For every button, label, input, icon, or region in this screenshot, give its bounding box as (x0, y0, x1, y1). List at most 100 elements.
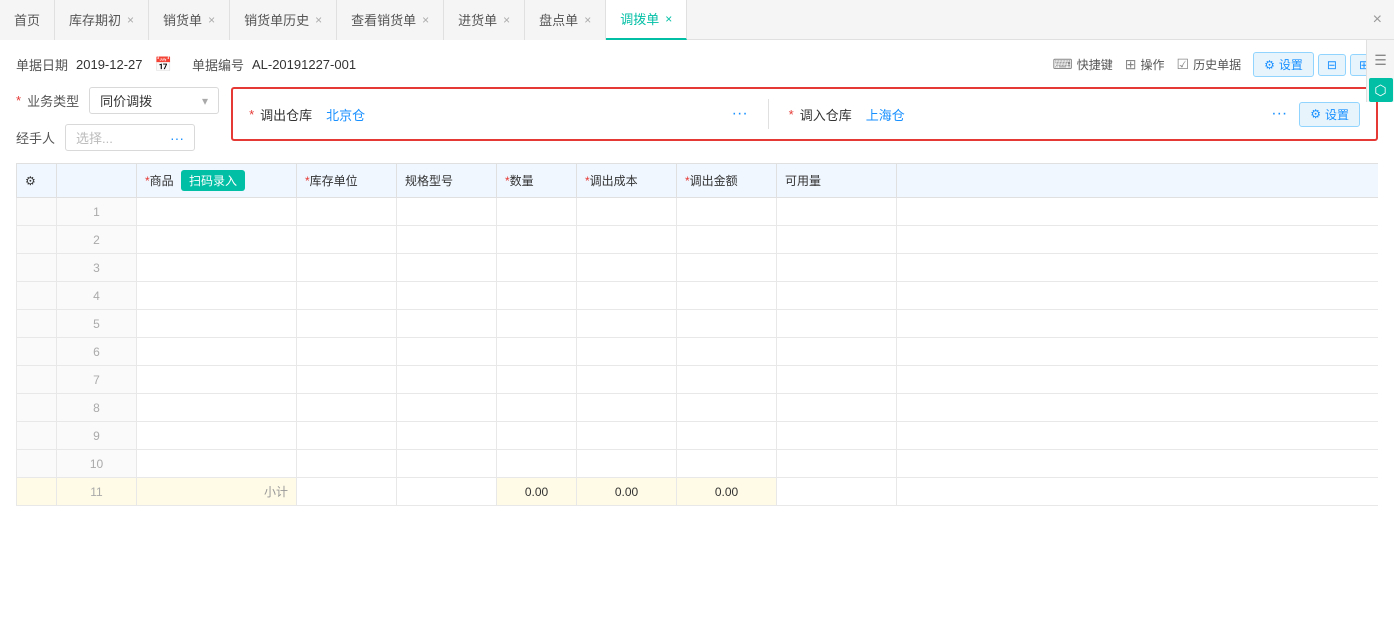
agent-dropdown[interactable]: 选择... ··· (65, 124, 195, 151)
spec-cell[interactable] (397, 254, 497, 282)
close-inventory-count[interactable]: × (584, 13, 591, 27)
unit-cell[interactable] (297, 282, 397, 310)
cost-cell[interactable] (577, 282, 677, 310)
unit-cell[interactable] (297, 310, 397, 338)
in-warehouse-more-icon[interactable]: ··· (1271, 105, 1287, 123)
qty-cell[interactable] (497, 394, 577, 422)
unit-cell[interactable] (297, 254, 397, 282)
spec-cell[interactable] (397, 422, 497, 450)
product-cell[interactable] (137, 394, 297, 422)
tab-sales-history[interactable]: 销货单历史 × (230, 0, 337, 40)
shortcut-key-btn[interactable]: ⌨ 快捷键 (1053, 56, 1113, 73)
product-cell[interactable] (137, 366, 297, 394)
qty-cell[interactable] (497, 198, 577, 226)
close-purchase-order[interactable]: × (503, 13, 510, 27)
amount-cell[interactable] (677, 254, 777, 282)
product-cell[interactable] (137, 310, 297, 338)
close-all-tabs[interactable]: × (1361, 0, 1394, 40)
amount-cell[interactable] (677, 394, 777, 422)
tab-sales-order[interactable]: 销货单 × (149, 0, 230, 40)
spec-cell[interactable] (397, 450, 497, 478)
amount-cell[interactable] (677, 450, 777, 478)
amount-cell[interactable] (677, 366, 777, 394)
qty-cell[interactable] (497, 310, 577, 338)
product-cell[interactable] (137, 282, 297, 310)
cost-cell[interactable] (577, 450, 677, 478)
qty-cell[interactable] (497, 282, 577, 310)
spec-cell[interactable] (397, 366, 497, 394)
row-number-cell: 2 (57, 226, 137, 254)
close-inventory-init[interactable]: × (127, 13, 134, 27)
qty-cell[interactable] (497, 254, 577, 282)
gear-header[interactable]: ⚙ (17, 164, 57, 198)
spacer-cell (897, 422, 1379, 450)
unit-cell[interactable] (297, 450, 397, 478)
spec-cell[interactable] (397, 282, 497, 310)
spec-cell[interactable] (397, 338, 497, 366)
unit-cell[interactable] (297, 338, 397, 366)
calendar-icon[interactable]: 📅 (155, 56, 172, 73)
amount-cell[interactable] (677, 282, 777, 310)
product-cell[interactable] (137, 226, 297, 254)
cost-cell[interactable] (577, 254, 677, 282)
spec-cell[interactable] (397, 394, 497, 422)
close-sales-order[interactable]: × (208, 13, 215, 27)
tab-view-sales[interactable]: 查看销货单 × (337, 0, 444, 40)
spec-cell[interactable] (397, 198, 497, 226)
unit-cell[interactable] (297, 422, 397, 450)
cost-cell[interactable] (577, 310, 677, 338)
cost-cell[interactable] (577, 422, 677, 450)
available-cell (777, 310, 897, 338)
table-row: 10 🗑 ⊡ (17, 450, 1379, 478)
tab-inventory-init[interactable]: 库存期初 × (55, 0, 149, 40)
product-cell[interactable] (137, 338, 297, 366)
unit-cell[interactable] (297, 366, 397, 394)
tab-purchase-order[interactable]: 进货单 × (444, 0, 525, 40)
history-btn[interactable]: ☑ 历史单据 (1177, 56, 1242, 73)
product-cell[interactable] (137, 422, 297, 450)
unit-cell[interactable] (297, 394, 397, 422)
business-type-dropdown[interactable]: 同价调拨 ▾ (89, 87, 219, 114)
qty-cell[interactable] (497, 422, 577, 450)
close-view-sales[interactable]: × (422, 13, 429, 27)
product-cell[interactable] (137, 198, 297, 226)
out-warehouse-more-icon[interactable]: ··· (732, 105, 748, 123)
amount-cell[interactable] (677, 226, 777, 254)
qty-cell[interactable] (497, 450, 577, 478)
product-cell[interactable] (137, 450, 297, 478)
tab-transfer-order[interactable]: 调拨单 × (606, 0, 687, 40)
tab-home[interactable]: 首页 (0, 0, 55, 40)
cost-cell[interactable] (577, 226, 677, 254)
scan-input-btn[interactable]: 扫码录入 (181, 170, 245, 191)
cost-cell[interactable] (577, 338, 677, 366)
spec-cell[interactable] (397, 310, 497, 338)
unit-cell[interactable] (297, 198, 397, 226)
amount-cell[interactable] (677, 422, 777, 450)
agent-more-icon[interactable]: ··· (170, 130, 184, 146)
qty-cell[interactable] (497, 226, 577, 254)
settings-button[interactable]: ⚙ 设置 (1253, 52, 1314, 77)
close-sales-history[interactable]: × (315, 13, 322, 27)
unit-cell[interactable] (297, 226, 397, 254)
sidebar-external-icon[interactable]: ⬡ (1369, 78, 1393, 102)
operation-btn[interactable]: ⊞ 操作 (1125, 56, 1165, 73)
close-transfer-order[interactable]: × (665, 12, 672, 26)
product-cell[interactable] (137, 254, 297, 282)
warehouse-settings-btn[interactable]: ⚙ 设置 (1299, 102, 1360, 127)
amount-cell[interactable] (677, 338, 777, 366)
cost-cell[interactable] (577, 366, 677, 394)
cost-cell[interactable] (577, 394, 677, 422)
cost-cell[interactable] (577, 198, 677, 226)
qty-cell[interactable] (497, 366, 577, 394)
layout-btn[interactable]: ⊟ (1318, 54, 1346, 76)
amount-cell[interactable] (677, 310, 777, 338)
in-warehouse-value[interactable]: 上海仓 (866, 105, 905, 124)
sidebar-list-icon[interactable]: ☰ (1369, 48, 1393, 72)
doc-header-left: 单据日期 2019-12-27 📅 单据编号 AL-20191227-001 (16, 55, 356, 74)
spec-cell[interactable] (397, 226, 497, 254)
amount-cell[interactable] (677, 198, 777, 226)
out-warehouse-value[interactable]: 北京仓 (326, 105, 365, 124)
qty-cell[interactable] (497, 338, 577, 366)
tab-inventory-count[interactable]: 盘点单 × (525, 0, 606, 40)
row-gear-cell (17, 338, 57, 366)
